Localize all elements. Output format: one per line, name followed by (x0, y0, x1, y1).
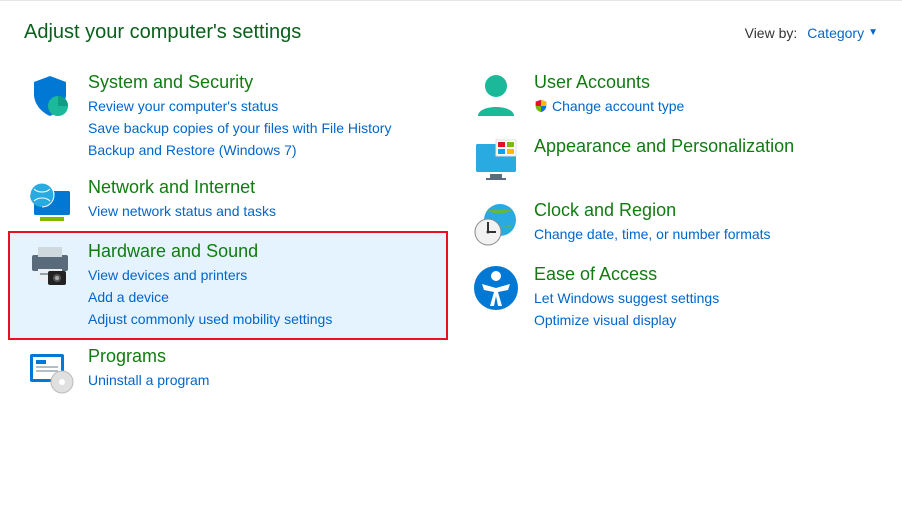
programs-disc-icon (26, 346, 74, 394)
category-hardware-sound: Hardware and Sound View devices and prin… (8, 231, 448, 340)
uac-shield-icon (534, 99, 548, 113)
chevron-down-icon: ▼ (868, 27, 878, 38)
category-title[interactable]: Ease of Access (534, 264, 719, 285)
shield-icon (26, 72, 74, 120)
link-suggest-settings[interactable]: Let Windows suggest settings (534, 287, 719, 309)
printer-camera-icon (26, 241, 74, 289)
link-file-history[interactable]: Save backup copies of your files with Fi… (88, 117, 391, 139)
category-title[interactable]: Network and Internet (88, 177, 276, 198)
right-column: User Accounts Change account type (456, 64, 892, 402)
link-devices-printers[interactable]: View devices and printers (88, 264, 332, 286)
link-optimize-visual[interactable]: Optimize visual display (534, 309, 719, 331)
viewby-label: View by: (745, 25, 798, 41)
link-network-status[interactable]: View network status and tasks (88, 200, 276, 222)
globe-monitor-icon (26, 177, 74, 225)
page-title: Adjust your computer's settings (24, 21, 301, 44)
category-title[interactable]: Appearance and Personalization (534, 136, 794, 157)
category-system-security: System and Security Review your computer… (10, 64, 446, 169)
link-add-device[interactable]: Add a device (88, 286, 332, 308)
accessibility-icon (472, 264, 520, 312)
category-title[interactable]: Clock and Region (534, 200, 771, 221)
category-title[interactable]: Programs (88, 346, 209, 367)
viewby: View by: Category ▼ (745, 25, 878, 41)
category-clock-region: Clock and Region Change date, time, or n… (456, 192, 892, 256)
link-mobility-settings[interactable]: Adjust commonly used mobility settings (88, 308, 332, 330)
viewby-value: Category (807, 25, 864, 41)
header: Adjust your computer's settings View by:… (0, 1, 902, 54)
link-backup-restore[interactable]: Backup and Restore (Windows 7) (88, 139, 391, 161)
category-title[interactable]: Hardware and Sound (88, 241, 332, 262)
link-uninstall-program[interactable]: Uninstall a program (88, 369, 209, 391)
category-title[interactable]: User Accounts (534, 72, 684, 93)
category-appearance-personalization: Appearance and Personalization (456, 128, 892, 192)
categories-grid: System and Security Review your computer… (0, 54, 902, 442)
category-ease-of-access: Ease of Access Let Windows suggest setti… (456, 256, 892, 339)
link-change-account-type[interactable]: Change account type (552, 95, 684, 117)
viewby-dropdown[interactable]: Category ▼ (807, 25, 878, 41)
user-icon (472, 72, 520, 120)
clock-globe-icon (472, 200, 520, 248)
link-review-status[interactable]: Review your computer's status (88, 95, 391, 117)
category-programs: Programs Uninstall a program (10, 338, 446, 402)
monitor-tiles-icon (472, 136, 520, 184)
left-column: System and Security Review your computer… (10, 64, 446, 402)
category-network-internet: Network and Internet View network status… (10, 169, 446, 233)
sub-change-formats[interactable]: Change date, time, or number formats (534, 223, 771, 245)
category-title[interactable]: System and Security (88, 72, 391, 93)
category-user-accounts: User Accounts Change account type (456, 64, 892, 128)
